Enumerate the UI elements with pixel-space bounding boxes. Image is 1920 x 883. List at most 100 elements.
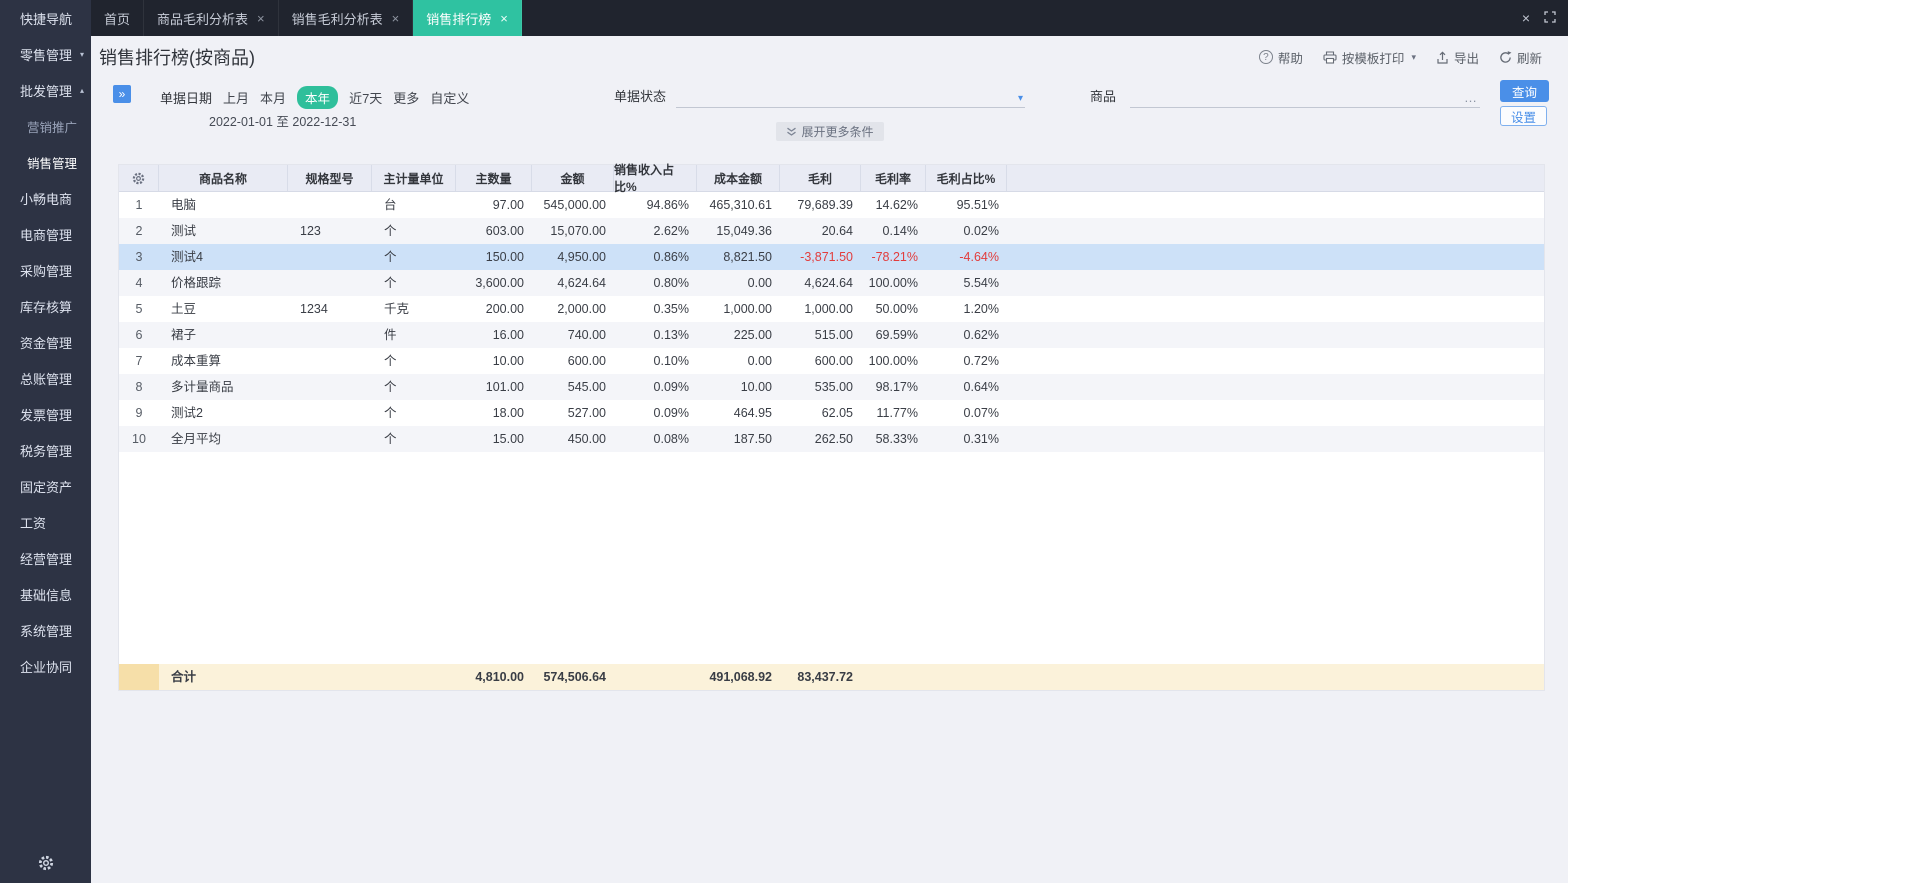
table-row[interactable]: 7 成本重算 个 10.00 600.00 0.10% 0.00 600.00 100.00% 0… [119,348,1544,374]
cell-amount: 4,624.64 [557,276,606,290]
product-input[interactable]: … [1130,86,1481,108]
cell-name: 价格跟踪 [171,276,222,290]
chevron-down-icon: ▾ [1411,51,1416,62]
column-settings-button[interactable] [119,165,159,191]
column-header-filler [1007,165,1544,191]
close-tab-icon[interactable]: × [500,11,508,26]
help-button[interactable]: ? 帮助 [1258,48,1303,67]
close-tab-icon[interactable]: × [257,11,265,26]
column-header[interactable]: 规格型号 [288,165,372,191]
column-header[interactable]: 毛利占比% [926,165,1007,191]
refresh-icon [1500,50,1512,63]
sidebar-item[interactable]: 快捷导航 [0,0,91,36]
sidebar-item[interactable]: 发票管理 [0,396,91,432]
cell-margin: 0.14% [882,224,918,238]
close-all-tabs-icon[interactable]: × [1522,10,1530,26]
column-header[interactable]: 主计量单位 [372,165,456,191]
date-quick-option[interactable]: 上月 [223,88,249,107]
total-row-corner [119,664,159,690]
tab[interactable]: 首页 [91,0,145,36]
cell-spec [288,348,372,374]
column-header[interactable]: 商品名称 [159,165,288,191]
row-filler [1007,400,1544,426]
tab-active[interactable]: 销售排行榜 × [413,0,522,36]
column-header[interactable]: 主数量 [456,165,532,191]
cell-name: 测试2 [171,406,203,420]
collapse-filters-button[interactable]: » [113,85,131,103]
cell-profit: -3,871.50 [800,250,853,264]
product-lookup-icon[interactable]: … [1464,90,1478,105]
table-row[interactable]: 5 土豆 1234 千克 200.00 2,000.00 0.35% 1,000.00 1,00… [119,296,1544,322]
status-filter-label: 单据状态 [614,89,667,104]
sidebar-item[interactable]: 总账管理 [0,360,91,396]
column-header[interactable]: 毛利率 [861,165,926,191]
sidebar-item[interactable]: 营销推广 [0,108,91,144]
date-quick-option[interactable]: 本月 [260,88,286,107]
sidebar-item-label: 库存核算 [20,299,73,315]
export-button[interactable]: 导出 [1436,48,1479,67]
fullscreen-icon[interactable] [1544,10,1556,26]
sidebar-item[interactable]: 采购管理 [0,252,91,288]
sidebar-item[interactable]: 工资 [0,504,91,540]
sidebar-item[interactable]: 小畅电商 [0,180,91,216]
sidebar-item[interactable]: 固定资产 [0,468,91,504]
sidebar-item-label: 基础信息 [20,587,73,603]
sidebar-item[interactable]: 经营管理 [0,540,91,576]
row-index: 3 [135,250,143,264]
cell-spec [288,400,372,426]
table-row[interactable]: 8 多计量商品 个 101.00 545.00 0.09% 10.00 535.00 98.17… [119,374,1544,400]
table-row[interactable]: 6 裙子 件 16.00 740.00 0.13% 225.00 515.00 69.59% 0.… [119,322,1544,348]
table-row[interactable]: 10 全月平均 个 15.00 450.00 0.08% 187.50 262.50 58.33… [119,426,1544,452]
sidebar-item[interactable]: 税务管理 [0,432,91,468]
cell-amount: 740.00 [567,328,606,342]
table-row[interactable]: 2 测试 123 个 603.00 15,070.00 2.62% 15,049.36 20.6… [119,218,1544,244]
select-caret-icon[interactable]: ▾ [1018,93,1023,104]
sidebar-item[interactable]: 企业协同 [0,648,91,684]
cell-profit_pct: 0.02% [963,224,999,238]
sidebar-item[interactable]: 库存核算 [0,288,91,324]
sidebar-item[interactable]: 资金管理 [0,324,91,360]
table-row[interactable]: 1 电脑 台 97.00 545,000.00 94.86% 465,310.61 79,68… [119,192,1544,218]
date-quick-option[interactable]: 自定义 [430,88,469,107]
sidebar-item[interactable]: 销售管理 [0,144,91,180]
cell-spec: 123 [300,224,321,238]
column-header[interactable]: 成本金额 [697,165,780,191]
date-range-value[interactable]: 2022-01-01 至 2022-12-31 [209,111,356,130]
cell-spec [288,270,372,296]
expand-more-conditions-button[interactable]: 展开更多条件 [775,122,884,141]
sidebar-item-label: 工资 [20,515,47,531]
date-quick-selected[interactable]: 本年 [297,86,339,109]
cell-cost: 1,000.00 [723,302,772,316]
status-select[interactable]: ▾ [676,86,1026,108]
cell-qty: 10.00 [492,354,524,368]
column-header[interactable]: 毛利 [780,165,861,191]
search-button[interactable]: 查询 [1500,80,1549,102]
date-quick-option[interactable]: 更多 [393,88,419,107]
date-quick-option[interactable]: 近7天 [349,88,382,107]
cell-revenue_pct: 0.10% [653,354,689,368]
tab-label: 商品毛利分析表 [157,11,249,27]
sidebar-item[interactable]: 基础信息 [0,576,91,612]
cell-margin: 11.77% [876,406,918,420]
sidebar-item-label: 采购管理 [20,263,73,279]
close-tab-icon[interactable]: × [392,11,400,26]
sidebar-item[interactable]: 批发管理 ▴ [0,72,91,108]
table-row[interactable]: 9 测试2 个 18.00 527.00 0.09% 464.95 62.05 11.77% 0.… [119,400,1544,426]
settings-button[interactable]: 设置 [1500,106,1547,126]
tab[interactable]: 销售毛利分析表 × [279,0,414,36]
print-by-template-button[interactable]: 按模板打印 ▾ [1323,48,1416,67]
page-header: 销售排行榜(按商品) ? 帮助 按模板打印 ▾ 导出 刷新 [91,36,1568,78]
sidebar-item[interactable]: 电商管理 [0,216,91,252]
tab[interactable]: 商品毛利分析表 × [144,0,279,36]
table-row[interactable]: 3 测试4 个 150.00 4,950.00 0.86% 8,821.50 -3,871.5… [119,244,1544,270]
refresh-button[interactable]: 刷新 [1499,48,1542,67]
sidebar-item[interactable]: 零售管理 ▾ [0,36,91,72]
sidebar-item-label: 零售管理 [20,47,73,63]
table-row[interactable]: 4 价格跟踪 个 3,600.00 4,624.64 0.80% 0.00 4,624.64 1… [119,270,1544,296]
column-header[interactable]: 金额 [532,165,614,191]
cell-profit_pct: 0.64% [963,380,999,394]
sidebar-item[interactable]: 系统管理 [0,612,91,648]
cell-name: 多计量商品 [171,380,234,394]
settings-gear-icon[interactable] [0,855,91,871]
column-header[interactable]: 销售收入占比% [614,163,697,194]
